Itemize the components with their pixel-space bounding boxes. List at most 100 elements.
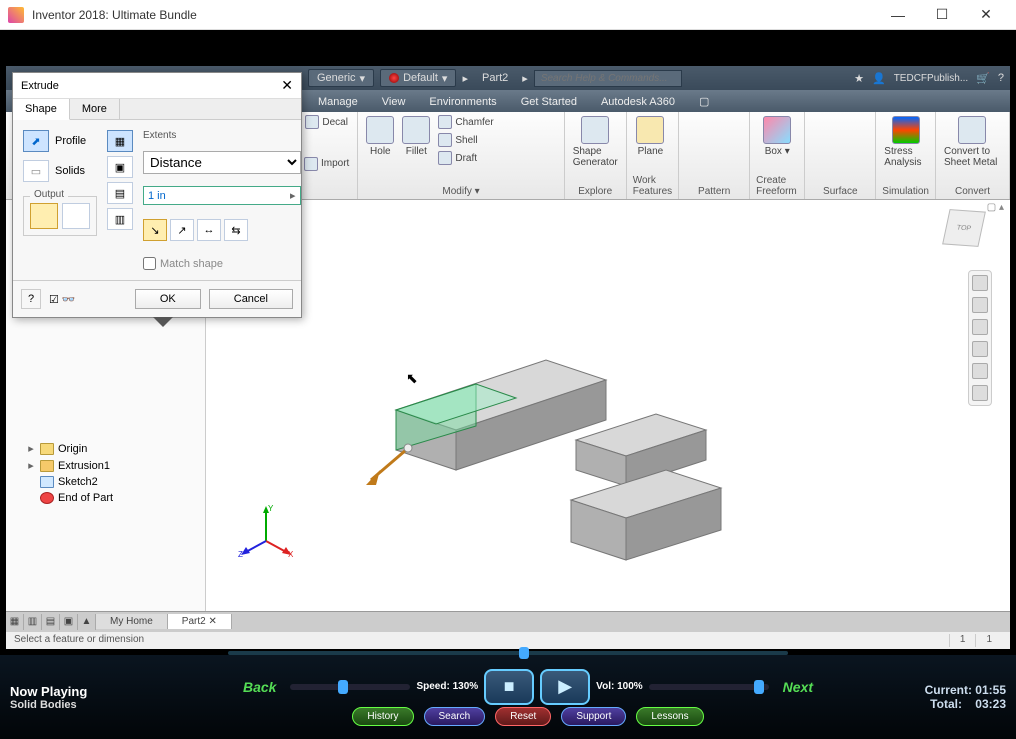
surf-2[interactable] (831, 114, 847, 130)
distance-input-wrap[interactable]: ▸ (143, 186, 301, 205)
user-name[interactable]: TEDCFPublish... (894, 73, 968, 84)
op-join-button[interactable]: ▦ (107, 130, 133, 152)
nav-zoom-icon[interactable] (972, 341, 988, 357)
panel-modify-label[interactable]: Modify ▾ (442, 184, 479, 197)
shell-button[interactable]: Shell (436, 132, 495, 148)
pattern-6[interactable] (725, 132, 741, 148)
modify-mini-4[interactable] (500, 132, 516, 148)
tab-getstarted[interactable]: Get Started (509, 92, 589, 112)
browser-extrusion1[interactable]: ▸Extrusion1 (6, 457, 205, 474)
surf-4[interactable] (811, 132, 827, 148)
surf-6[interactable] (851, 132, 867, 148)
shape-generator-button[interactable]: Shape Generator (571, 114, 620, 170)
tab-icon-4[interactable]: ▣ (60, 614, 78, 630)
hole-button[interactable]: Hole (364, 114, 396, 159)
modify-mini-9[interactable] (540, 150, 556, 166)
minimize-button[interactable]: — (876, 0, 920, 30)
match-shape-input[interactable] (143, 257, 156, 270)
op-cut-button[interactable]: ▣ (107, 156, 133, 178)
nav-lookat-icon[interactable] (972, 363, 988, 379)
tab-icon-1[interactable]: ▦ (6, 614, 24, 630)
back-button[interactable]: Back (235, 679, 284, 695)
surf-5[interactable] (831, 132, 847, 148)
dialog-tab-shape[interactable]: Shape (13, 99, 70, 120)
search-button[interactable]: Search (424, 707, 486, 726)
modify-mini-7[interactable] (500, 150, 516, 166)
tab-icon-2[interactable]: ▥ (24, 614, 42, 630)
tab-view[interactable]: View (370, 92, 418, 112)
modify-mini-5[interactable] (520, 132, 536, 148)
decal-button[interactable]: Decal (303, 114, 350, 130)
dir-default-button[interactable]: ↘ (143, 219, 167, 241)
next-button[interactable]: Next (775, 679, 821, 695)
pattern-5[interactable] (705, 132, 721, 148)
tab-icon-5[interactable]: ▲ (78, 614, 96, 630)
canvas-viewport[interactable]: ▢ ▴ TOP (206, 200, 1010, 611)
dialog-preview-toggle[interactable]: ☑ 👓 (49, 293, 76, 306)
surf-3[interactable] (851, 114, 867, 130)
pattern-3[interactable] (725, 114, 741, 130)
cart-icon[interactable]: 🛒 (976, 72, 990, 85)
viewcube[interactable]: TOP (946, 210, 992, 256)
close-button[interactable]: ✕ (964, 0, 1008, 30)
signin-icon[interactable]: 👤 (872, 72, 886, 85)
support-button[interactable]: Support (561, 707, 626, 726)
help-icon[interactable]: ? (998, 72, 1004, 84)
browser-origin[interactable]: ▸Origin (6, 440, 205, 457)
pattern-1[interactable] (685, 114, 701, 130)
ok-button[interactable]: OK (135, 289, 201, 309)
op-newsolid-button[interactable]: ▥ (107, 208, 133, 230)
match-shape-checkbox[interactable]: Match shape (143, 257, 301, 270)
tab-extra-icon[interactable]: ▢ (687, 91, 721, 112)
output-surface-button[interactable] (62, 203, 90, 229)
modify-mini-6[interactable] (540, 132, 556, 148)
history-button[interactable]: History (352, 707, 413, 726)
dir-flip-button[interactable]: ↗ (170, 219, 194, 241)
browser-sketch2[interactable]: Sketch2 (6, 474, 205, 490)
tab-a360[interactable]: Autodesk A360 (589, 92, 687, 112)
pattern-2[interactable] (705, 114, 721, 130)
appearance-dropdown[interactable]: Default▾ (380, 69, 456, 87)
distance-flyout-icon[interactable]: ▸ (290, 189, 296, 202)
nav-pan-icon[interactable] (972, 319, 988, 335)
box-button[interactable]: Box ▾ (761, 114, 793, 159)
stop-button[interactable]: ■ (484, 669, 534, 705)
volume-slider[interactable] (649, 684, 769, 690)
pattern-4[interactable] (685, 132, 701, 148)
nav-home-icon[interactable] (972, 275, 988, 291)
cancel-button[interactable]: Cancel (209, 289, 293, 309)
tab-manage[interactable]: Manage (306, 92, 370, 112)
chamfer-button[interactable]: Chamfer (436, 114, 495, 130)
convert-sheetmetal-button[interactable]: Convert to Sheet Metal (942, 114, 1003, 170)
distance-input[interactable] (148, 189, 290, 202)
dialog-tab-more[interactable]: More (70, 99, 120, 119)
profile-select-button[interactable]: ⬈ (23, 130, 49, 152)
star-icon[interactable]: ★ (854, 72, 864, 85)
browser-end-of-part[interactable]: End of Part (6, 490, 205, 506)
surf-1[interactable] (811, 114, 827, 130)
modify-mini-2[interactable] (520, 114, 536, 130)
dir-sym-button[interactable]: ↔ (197, 219, 221, 241)
maximize-button[interactable]: ☐ (920, 0, 964, 30)
plane-button[interactable]: Plane (634, 114, 666, 159)
import-button[interactable]: Import (302, 156, 351, 172)
op-intersect-button[interactable]: ▤ (107, 182, 133, 204)
nav-fullnav-icon[interactable] (972, 385, 988, 401)
surf-8[interactable] (831, 150, 847, 166)
solids-select-button[interactable]: ▭ (23, 160, 49, 182)
modify-mini-8[interactable] (520, 150, 536, 166)
progress-slider[interactable] (228, 651, 788, 655)
surf-7[interactable] (811, 150, 827, 166)
material-dropdown[interactable]: Generic▾ (308, 69, 374, 87)
stress-analysis-button[interactable]: Stress Analysis (882, 114, 929, 170)
extents-mode-select[interactable]: Distance (143, 151, 301, 174)
dialog-help-icon[interactable]: ? (21, 289, 41, 309)
modify-mini-3[interactable] (540, 114, 556, 130)
dir-asym-button[interactable]: ⇆ (224, 219, 248, 241)
tab-myhome[interactable]: My Home (96, 614, 168, 629)
draft-button[interactable]: Draft (436, 150, 495, 166)
tab-environments[interactable]: Environments (417, 92, 508, 112)
dialog-close-icon[interactable]: ✕ (281, 77, 293, 94)
output-solid-button[interactable] (30, 203, 58, 229)
fillet-button[interactable]: Fillet (400, 114, 432, 159)
